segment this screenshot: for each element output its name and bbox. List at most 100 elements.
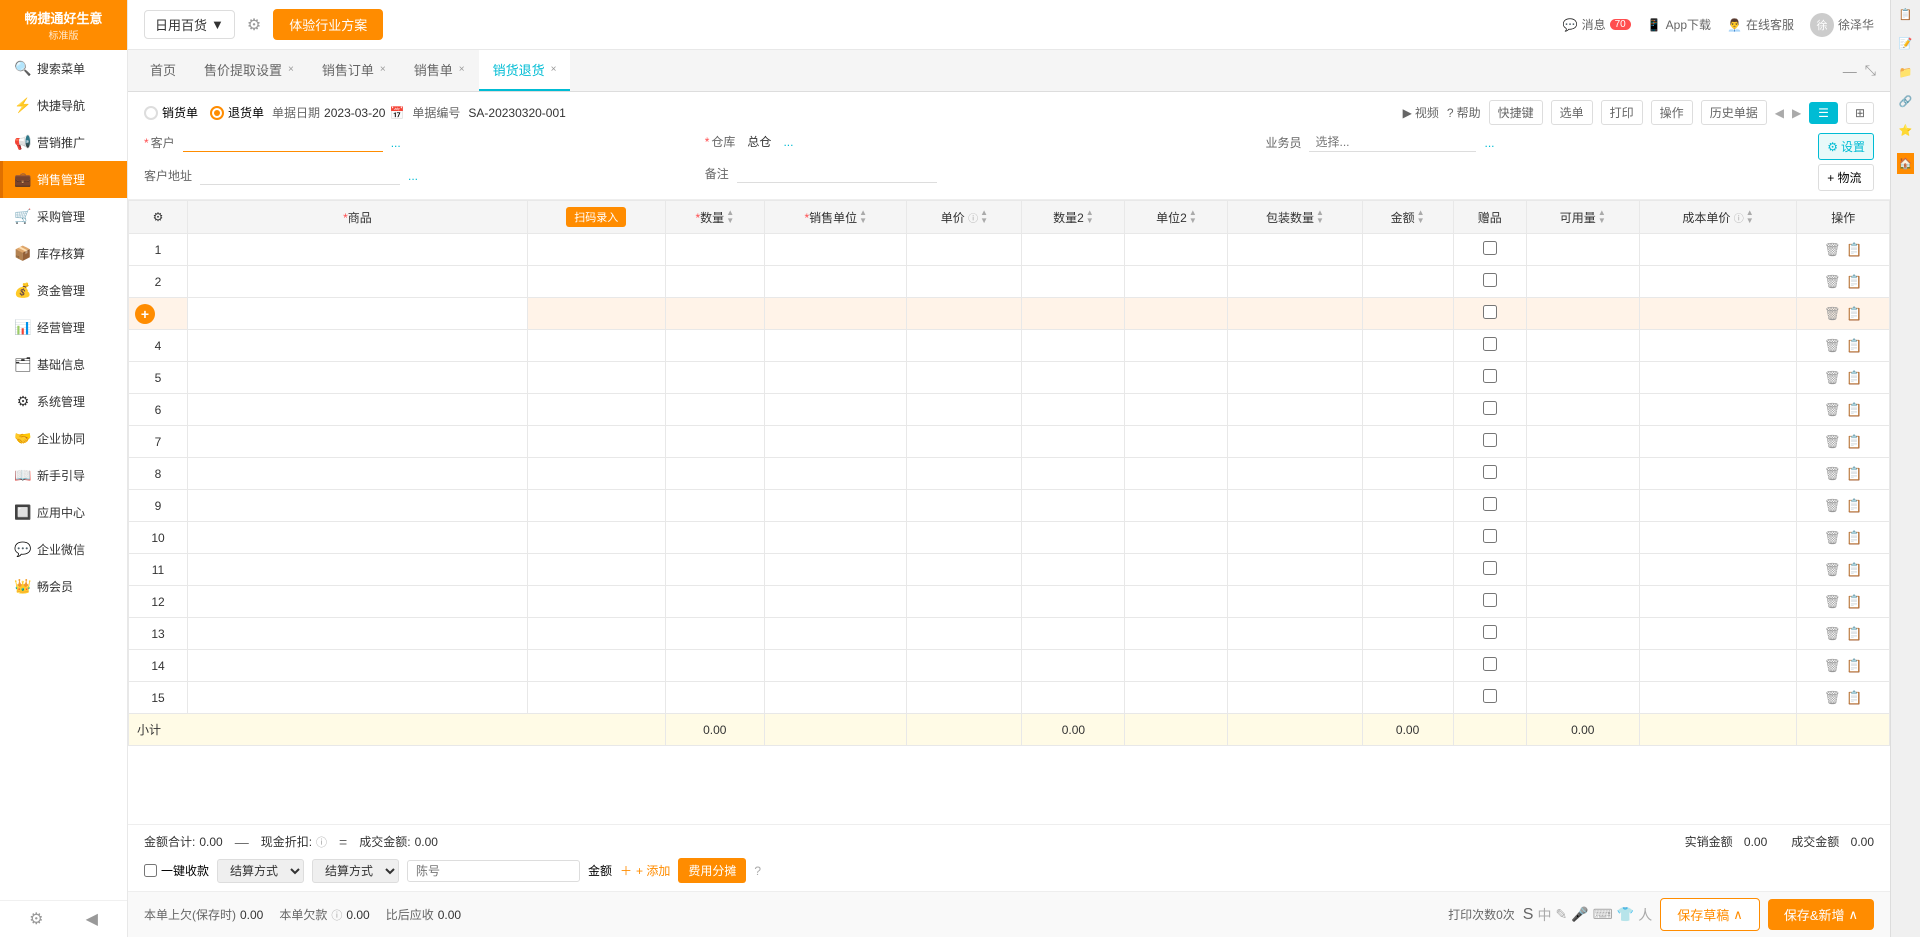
cost-price-cell[interactable] (1639, 522, 1797, 554)
price-cell[interactable] (907, 394, 1022, 426)
gift-checkbox[interactable] (1483, 305, 1497, 319)
copy-icon[interactable]: 📋 (1846, 530, 1862, 546)
available-cell[interactable] (1526, 490, 1639, 522)
gift-cell[interactable] (1453, 522, 1526, 554)
unit2-cell[interactable] (1125, 618, 1228, 650)
save-new-btn[interactable]: 保存&新增 ∧ (1768, 899, 1874, 930)
qty-cell[interactable] (665, 522, 764, 554)
qty2-cell[interactable] (1022, 234, 1125, 266)
price-cell[interactable] (907, 234, 1022, 266)
col-scan[interactable]: 扫码录入 (527, 201, 665, 234)
one-click-checkbox[interactable] (144, 864, 157, 877)
rs-icon-4[interactable]: 🔗 (1899, 95, 1913, 108)
user-item[interactable]: 徐 徐泽华 (1810, 13, 1874, 37)
rs-icon-1[interactable]: 📋 (1899, 8, 1913, 21)
sidebar-item-search[interactable]: 🔍 搜索菜单 (0, 50, 127, 87)
unit-cell[interactable] (765, 298, 907, 330)
qty2-cell[interactable] (1022, 330, 1125, 362)
sidebar-item-apps[interactable]: 🔲 应用中心 (0, 494, 127, 531)
warehouse-ellipsis[interactable]: ... (783, 135, 793, 149)
available-cell[interactable] (1526, 330, 1639, 362)
product-input[interactable] (194, 530, 521, 545)
qty-cell[interactable] (665, 586, 764, 618)
pack-qty-cell[interactable] (1228, 650, 1362, 682)
copy-icon[interactable]: 📋 (1846, 274, 1862, 290)
gift-checkbox[interactable] (1483, 337, 1497, 351)
sidebar-item-enterprise[interactable]: 🤝 企业协同 (0, 420, 127, 457)
collapse-icon[interactable]: ◀ (86, 909, 98, 929)
row-add-cell[interactable]: + (129, 298, 188, 330)
sidebar-item-member[interactable]: 👑 畅会员 (0, 568, 127, 605)
cost-price-cell[interactable] (1639, 458, 1797, 490)
address-input[interactable] (200, 166, 400, 185)
price-cell[interactable] (907, 522, 1022, 554)
video-action[interactable]: ▶ 视频 (1403, 104, 1439, 121)
price-cell[interactable] (907, 426, 1022, 458)
qty-cell[interactable] (665, 394, 764, 426)
gift-checkbox[interactable] (1483, 625, 1497, 639)
price-cell[interactable] (907, 458, 1022, 490)
gift-checkbox[interactable] (1483, 273, 1497, 287)
price-cell[interactable] (907, 586, 1022, 618)
available-cell[interactable] (1526, 522, 1639, 554)
available-cell[interactable] (1526, 266, 1639, 298)
unit-cell[interactable] (765, 554, 907, 586)
delete-icon[interactable]: 🗑 (1824, 274, 1841, 290)
unit-cell[interactable] (765, 586, 907, 618)
delete-icon[interactable]: 🗑 (1824, 338, 1841, 354)
price-cell[interactable] (907, 266, 1022, 298)
cost-price-cell[interactable] (1639, 234, 1797, 266)
gift-cell[interactable] (1453, 266, 1526, 298)
copy-icon[interactable]: 📋 (1846, 434, 1862, 450)
sidebar-item-wechat[interactable]: 💬 企业微信 (0, 531, 127, 568)
product-cell[interactable] (188, 458, 528, 490)
product-cell[interactable] (188, 490, 528, 522)
qty2-cell[interactable] (1022, 266, 1125, 298)
unit2-cell[interactable] (1125, 650, 1228, 682)
available-cell[interactable] (1526, 298, 1639, 330)
gift-cell[interactable] (1453, 650, 1526, 682)
gift-cell[interactable] (1453, 586, 1526, 618)
gift-cell[interactable] (1453, 394, 1526, 426)
amount-cell[interactable] (1362, 682, 1453, 714)
unit2-cell[interactable] (1125, 266, 1228, 298)
tab-expand-btn[interactable]: ⤡ (1863, 60, 1878, 81)
tab-close-btn[interactable]: × (459, 64, 465, 75)
qty-cell[interactable] (665, 330, 764, 362)
unit2-cell[interactable] (1125, 362, 1228, 394)
product-cell[interactable] (188, 522, 528, 554)
available-cell[interactable] (1526, 362, 1639, 394)
gift-checkbox[interactable] (1483, 689, 1497, 703)
available-cell[interactable] (1526, 586, 1639, 618)
pack-qty-cell[interactable] (1228, 298, 1362, 330)
logistics-btn[interactable]: + 物流 (1818, 164, 1874, 191)
topbar-settings-icon[interactable]: ⚙ (247, 15, 261, 35)
product-input[interactable] (194, 242, 521, 257)
tab-销货退货[interactable]: 销货退货× (479, 50, 571, 91)
pack-qty-cell[interactable] (1228, 394, 1362, 426)
unit-cell[interactable] (765, 266, 907, 298)
unit2-cell[interactable] (1125, 234, 1228, 266)
unit-cell[interactable] (765, 522, 907, 554)
pack-qty-cell[interactable] (1228, 490, 1362, 522)
gift-checkbox[interactable] (1483, 497, 1497, 511)
discount-info-icon[interactable]: ⓘ (316, 834, 327, 850)
qty2-cell[interactable] (1022, 618, 1125, 650)
unit2-cell[interactable] (1125, 522, 1228, 554)
gift-checkbox[interactable] (1483, 529, 1497, 543)
online-service-item[interactable]: 👨‍💼 在线客服 (1727, 16, 1794, 33)
product-input[interactable] (194, 370, 521, 385)
amount-cell[interactable] (1362, 362, 1453, 394)
tool5-icon[interactable]: 👕 (1617, 906, 1634, 923)
message-item[interactable]: 💬 消息 70 (1563, 16, 1631, 33)
qty2-cell[interactable] (1022, 586, 1125, 618)
app-download-item[interactable]: 📱 App下载 (1647, 16, 1711, 33)
delete-icon[interactable]: 🗑 (1824, 370, 1841, 386)
one-click-payment[interactable]: 一键收款 (144, 862, 209, 879)
available-cell[interactable] (1526, 554, 1639, 586)
qty2-cell[interactable] (1022, 298, 1125, 330)
available-cell[interactable] (1526, 650, 1639, 682)
product-cell[interactable] (188, 266, 528, 298)
list-view-btn[interactable]: ☰ (1809, 102, 1838, 124)
delete-icon[interactable]: 🗑 (1824, 466, 1841, 482)
